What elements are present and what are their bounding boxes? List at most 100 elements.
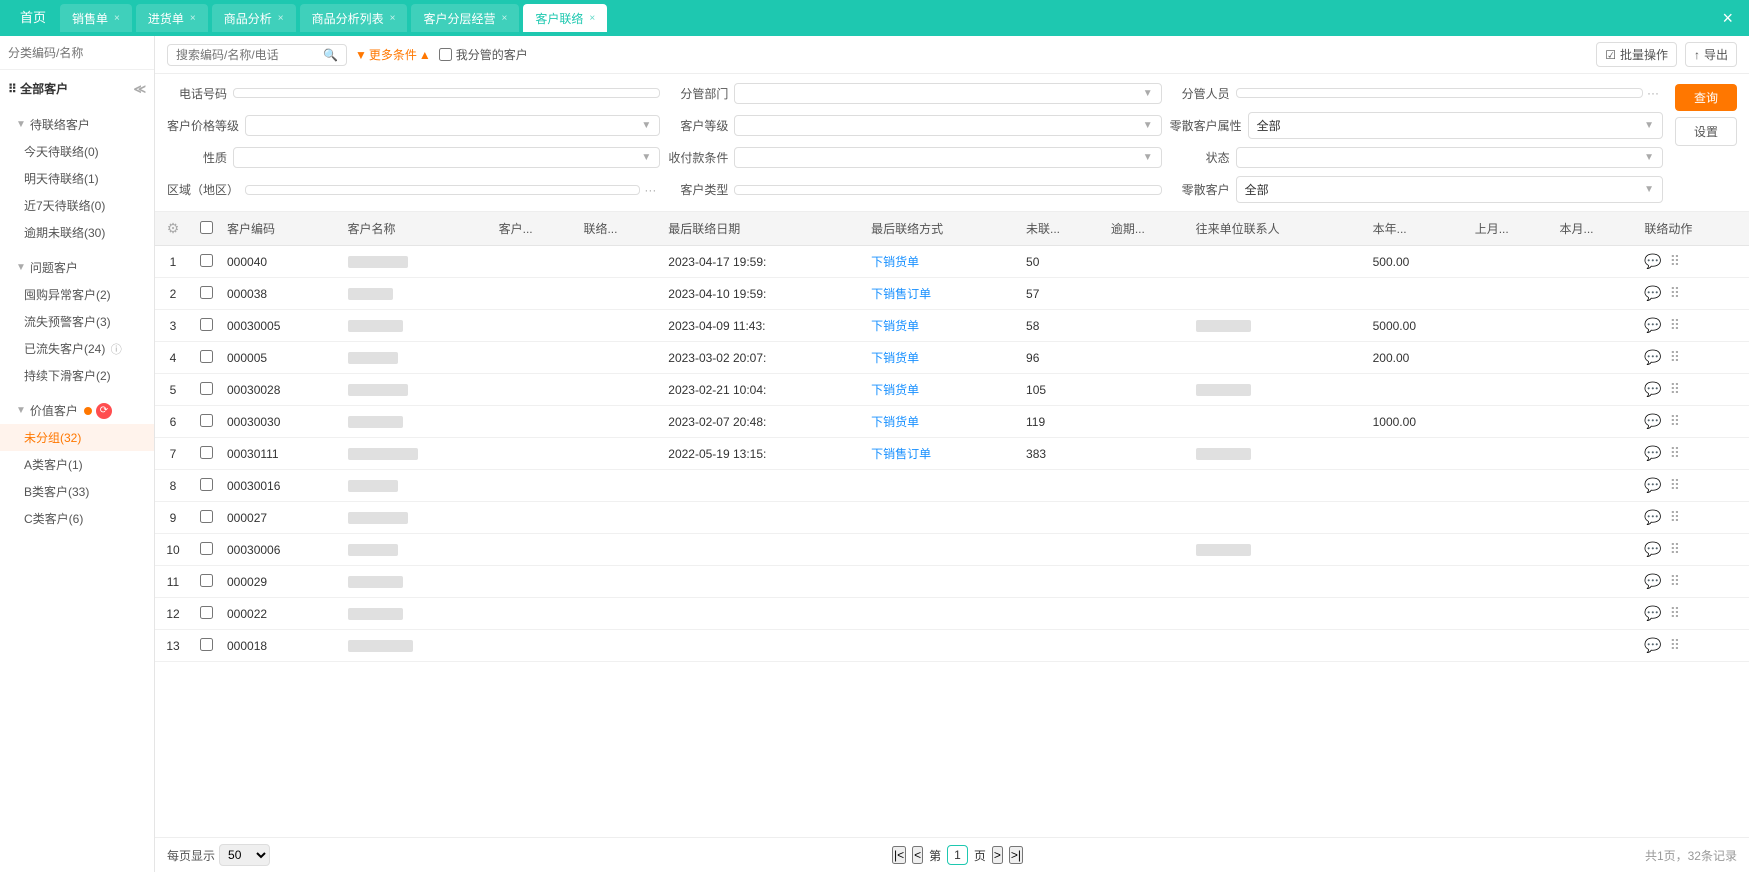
row-checkbox[interactable] bbox=[200, 542, 213, 555]
filter-retail-attr-input[interactable]: 全部▼ bbox=[1248, 112, 1663, 139]
tab-customer-contact-close[interactable]: × bbox=[589, 13, 595, 24]
message-icon[interactable]: 💬 bbox=[1644, 509, 1661, 526]
page-size-select[interactable]: 50 20 100 bbox=[219, 844, 270, 866]
last-method-link[interactable]: 下销售订单 bbox=[871, 287, 931, 301]
grid-icon[interactable]: ⠿ bbox=[1670, 317, 1680, 334]
message-icon[interactable]: 💬 bbox=[1644, 285, 1661, 302]
col-code[interactable]: 客户编码 bbox=[221, 212, 342, 246]
row-checkbox[interactable] bbox=[200, 254, 213, 267]
gear-icon[interactable]: ⚙ bbox=[167, 220, 180, 236]
message-icon[interactable]: 💬 bbox=[1644, 317, 1661, 334]
col-uncontact[interactable]: 未联... bbox=[1020, 212, 1105, 246]
filter-payment-input[interactable]: ▼ bbox=[734, 147, 1161, 168]
next-page-button[interactable]: > bbox=[992, 846, 1003, 864]
message-icon[interactable]: 💬 bbox=[1644, 541, 1661, 558]
col-contact[interactable]: 联络... bbox=[577, 212, 662, 246]
last-page-button[interactable]: >| bbox=[1009, 846, 1023, 864]
message-icon[interactable]: 💬 bbox=[1644, 637, 1661, 654]
home-tab[interactable]: 首页 bbox=[8, 0, 58, 36]
sidebar-item-7days[interactable]: 近7天待联络(0) bbox=[0, 192, 154, 219]
col-name[interactable]: 客户名称 bbox=[342, 212, 493, 246]
filter-nature-input[interactable]: ▼ bbox=[233, 147, 660, 168]
tab-analysis-close[interactable]: × bbox=[278, 13, 284, 24]
grid-icon[interactable]: ⠿ bbox=[1670, 253, 1680, 270]
row-checkbox[interactable] bbox=[200, 478, 213, 491]
tab-purchase-close[interactable]: × bbox=[190, 13, 196, 24]
sidebar-item-class-c[interactable]: C类客户(6) bbox=[0, 505, 154, 532]
sidebar-item-class-b[interactable]: B类客户(33) bbox=[0, 478, 154, 505]
tab-purchase[interactable]: 进货单 × bbox=[136, 4, 208, 32]
filter-price-level-input[interactable]: ▼ bbox=[245, 115, 660, 136]
filter-phone-input[interactable] bbox=[233, 88, 660, 98]
col-gear[interactable]: ⚙ bbox=[155, 212, 191, 246]
filter-retail-input[interactable]: 全部▼ bbox=[1236, 176, 1663, 203]
grid-icon[interactable]: ⠿ bbox=[1670, 573, 1680, 590]
my-customers-checkbox[interactable]: 我分管的客户 bbox=[439, 46, 528, 63]
filter-status-input[interactable]: ▼ bbox=[1236, 147, 1663, 168]
grid-icon[interactable]: ⠿ bbox=[1670, 477, 1680, 494]
col-last-method[interactable]: 最后联络方式 bbox=[865, 212, 1020, 246]
pending-group-header[interactable]: ▼ 待联络客户 bbox=[0, 111, 154, 138]
collapse-icon[interactable]: ≪ bbox=[133, 82, 146, 96]
last-method-link[interactable]: 下销货单 bbox=[871, 319, 919, 333]
col-last-date[interactable]: 最后联络日期 bbox=[662, 212, 865, 246]
grid-icon[interactable]: ⠿ bbox=[1670, 381, 1680, 398]
grid-icon[interactable]: ⠿ bbox=[1670, 445, 1680, 462]
row-checkbox[interactable] bbox=[200, 574, 213, 587]
search-input[interactable] bbox=[176, 48, 319, 62]
grid-icon[interactable]: ⠿ bbox=[1670, 349, 1680, 366]
first-page-button[interactable]: |< bbox=[892, 846, 906, 864]
my-customers-check[interactable] bbox=[439, 48, 452, 61]
filter-cust-level-input[interactable]: ▼ bbox=[734, 115, 1161, 136]
message-icon[interactable]: 💬 bbox=[1644, 253, 1661, 270]
filter-region-input[interactable] bbox=[245, 185, 640, 195]
message-icon[interactable]: 💬 bbox=[1644, 445, 1661, 462]
tab-customer-layer-close[interactable]: × bbox=[501, 13, 507, 24]
grid-icon[interactable]: ⠿ bbox=[1670, 285, 1680, 302]
prev-page-button[interactable]: < bbox=[912, 846, 923, 864]
export-button[interactable]: ↑ 导出 bbox=[1685, 42, 1737, 67]
row-checkbox[interactable] bbox=[200, 318, 213, 331]
sidebar-item-tomorrow[interactable]: 明天待联络(1) bbox=[0, 165, 154, 192]
col-overdue[interactable]: 逾期... bbox=[1105, 212, 1190, 246]
col-contact-person[interactable]: 往来单位联系人 bbox=[1190, 212, 1367, 246]
filter-dept-input[interactable]: ▼ bbox=[734, 83, 1161, 104]
col-type[interactable]: 客户... bbox=[493, 212, 578, 246]
query-button[interactable]: 查询 bbox=[1675, 84, 1737, 111]
tab-sales[interactable]: 销售单 × bbox=[60, 4, 132, 32]
message-icon[interactable]: 💬 bbox=[1644, 605, 1661, 622]
last-method-link[interactable]: 下销货单 bbox=[871, 255, 919, 269]
row-checkbox[interactable] bbox=[200, 446, 213, 459]
filter-manager-input[interactable] bbox=[1236, 88, 1643, 98]
batch-operate-button[interactable]: ☑ 批量操作 bbox=[1596, 42, 1677, 67]
sidebar-item-class-a[interactable]: A类客户(1) bbox=[0, 451, 154, 478]
problem-group-header[interactable]: ▼ 问题客户 bbox=[0, 254, 154, 281]
tab-analysis-list-close[interactable]: × bbox=[390, 13, 396, 24]
last-method-link[interactable]: 下销售订单 bbox=[871, 447, 931, 461]
filter-cust-type-input[interactable] bbox=[734, 185, 1161, 195]
tab-sales-close[interactable]: × bbox=[114, 13, 120, 24]
row-checkbox[interactable] bbox=[200, 350, 213, 363]
row-checkbox[interactable] bbox=[200, 638, 213, 651]
row-checkbox[interactable] bbox=[200, 382, 213, 395]
tab-customer-layer[interactable]: 客户分层经营 × bbox=[411, 4, 519, 32]
col-this-month[interactable]: 本月... bbox=[1554, 212, 1639, 246]
sidebar-item-overdue[interactable]: 逾期未联络(30) bbox=[0, 219, 154, 246]
last-method-link[interactable]: 下销货单 bbox=[871, 351, 919, 365]
select-all-checkbox[interactable] bbox=[200, 221, 213, 234]
value-group-header[interactable]: ▼ 价值客户 ⟳ bbox=[0, 397, 154, 424]
window-close-button[interactable]: × bbox=[1714, 8, 1741, 29]
filter-region-more[interactable]: ··· bbox=[640, 179, 660, 201]
row-checkbox[interactable] bbox=[200, 606, 213, 619]
sidebar-item-ungroup[interactable]: 未分组(32) bbox=[0, 424, 154, 451]
message-icon[interactable]: 💬 bbox=[1644, 573, 1661, 590]
sidebar-item-abnormal[interactable]: 囤购异常客户(2) bbox=[0, 281, 154, 308]
col-last-month[interactable]: 上月... bbox=[1469, 212, 1554, 246]
message-icon[interactable]: 💬 bbox=[1644, 381, 1661, 398]
grid-icon[interactable]: ⠿ bbox=[1670, 509, 1680, 526]
more-conditions-button[interactable]: ▼ 更多条件 ▲ bbox=[355, 46, 431, 63]
sidebar-item-churned[interactable]: 已流失客户(24) ⓘ bbox=[0, 335, 154, 362]
tab-analysis-list[interactable]: 商品分析列表 × bbox=[300, 4, 408, 32]
tab-customer-contact[interactable]: 客户联络 × bbox=[523, 4, 607, 32]
sidebar-item-churn-warning[interactable]: 流失预警客户(3) bbox=[0, 308, 154, 335]
